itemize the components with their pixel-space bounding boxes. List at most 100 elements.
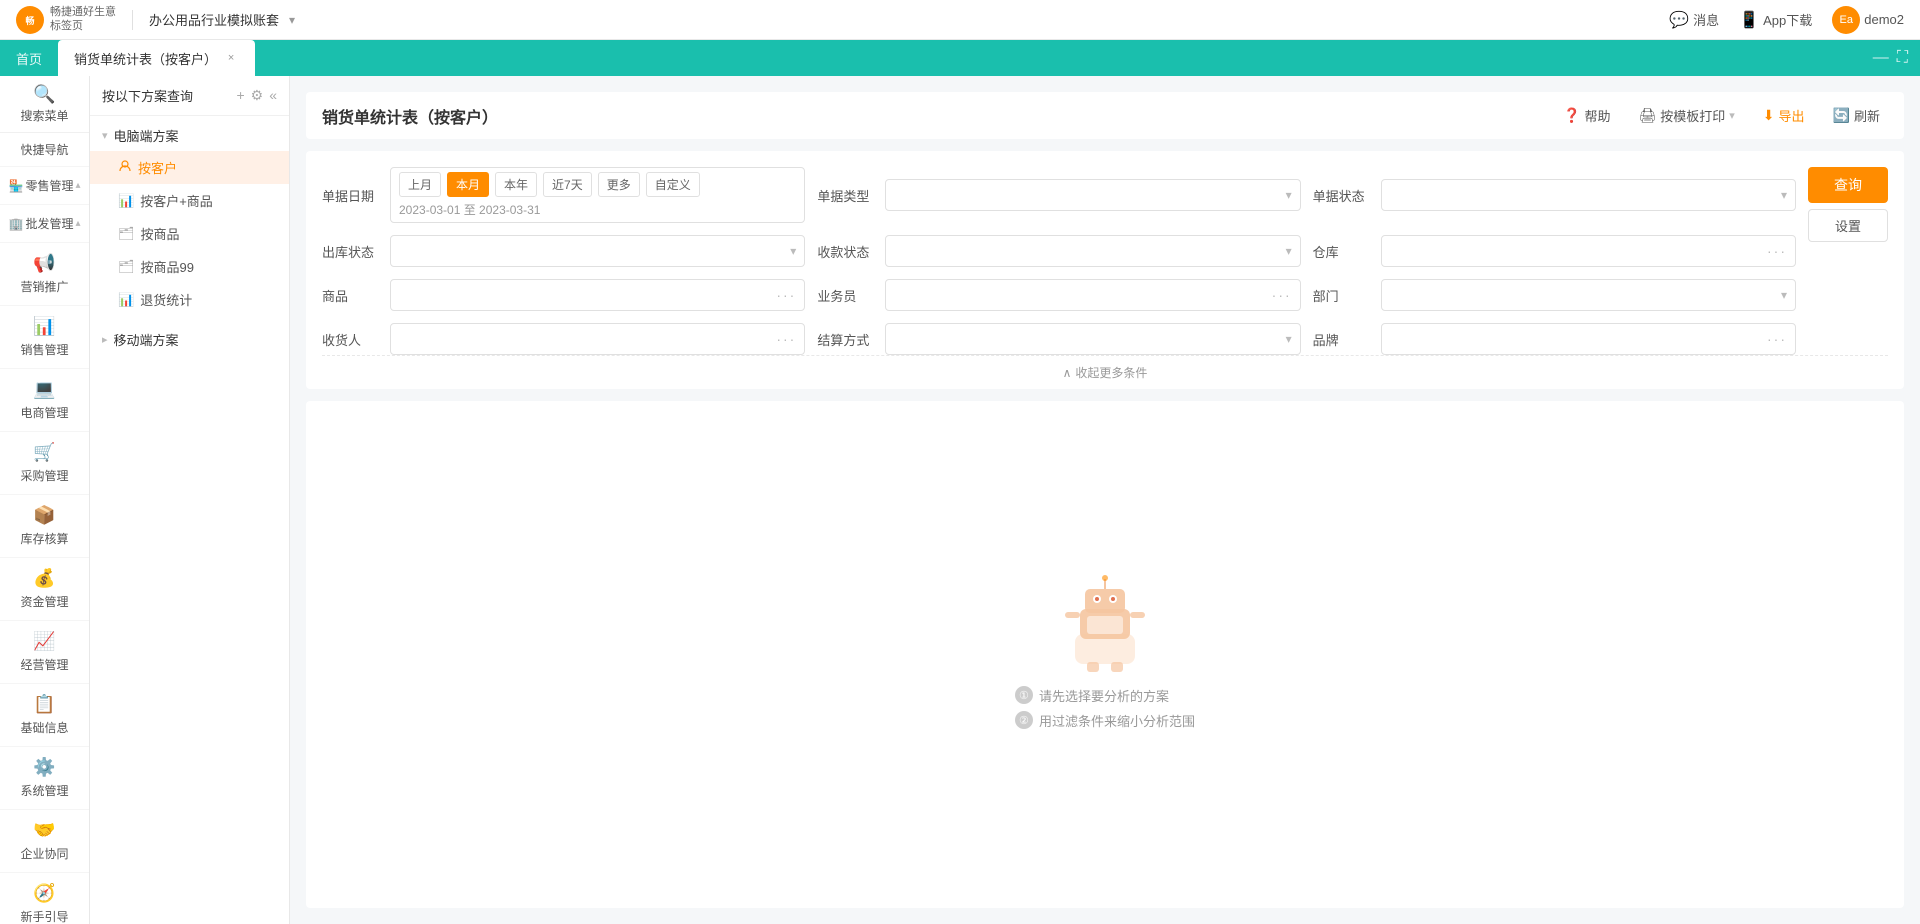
department-control[interactable]: ▾ <box>1381 279 1796 311</box>
mobile-group-title[interactable]: ▸ 移动端方案 <box>90 324 289 355</box>
avatar: Ea <box>1832 6 1860 34</box>
desktop-expand-icon: ▾ <box>102 129 108 142</box>
print-label: 按模板打印 <box>1660 106 1725 125</box>
filter-brand: 品牌 ··· <box>1313 323 1796 355</box>
return-stat-label: 退货统计 <box>140 290 192 309</box>
corp-icon: 🤝 <box>33 820 55 841</box>
settings-btn[interactable]: 设置 <box>1808 209 1888 242</box>
marketing-icon: 📢 <box>33 253 55 274</box>
query-btn[interactable]: 查询 <box>1808 167 1888 203</box>
by-product99-label: 按商品99 <box>141 257 194 276</box>
add-scheme-btn[interactable]: + <box>236 87 244 104</box>
order-type-control[interactable]: ▾ <box>885 179 1300 211</box>
system-title[interactable]: 办公用品行业模拟账套 <box>149 10 279 29</box>
tab-maximize-icon[interactable]: ⛶ <box>1897 49 1908 67</box>
order-status-control[interactable]: ▾ <box>1381 179 1796 211</box>
date-btn-last7[interactable]: 近7天 <box>543 172 592 197</box>
sidebar-item-purchase[interactable]: 🛒 采购管理 <box>0 432 89 495</box>
sidebar-item-ops[interactable]: 📈 经营管理 <box>0 621 89 684</box>
refresh-btn[interactable]: 🔄 刷新 <box>1825 102 1888 129</box>
recipient-control[interactable]: ··· <box>390 323 805 355</box>
sidebar-item-basic[interactable]: 📋 基础信息 <box>0 684 89 747</box>
date-btn-this-month[interactable]: 本月 <box>447 172 489 197</box>
settings-scheme-btn[interactable]: ⚙ <box>251 87 264 104</box>
search-menu-btn[interactable]: 🔍 搜索菜单 <box>0 76 89 133</box>
stock-status-control[interactable]: ▾ <box>390 235 805 267</box>
warehouse-control[interactable]: ··· <box>1381 235 1796 267</box>
finance-label: 资金管理 <box>20 593 68 610</box>
sales-label: 销售管理 <box>20 341 68 358</box>
recipient-dots: ··· <box>776 331 796 347</box>
scheme-by-product99[interactable]: 🗂 按商品99 <box>90 250 289 283</box>
by-product-label: 按商品 <box>141 224 180 243</box>
scheme-by-product[interactable]: 🗂 按商品 <box>90 217 289 250</box>
date-btn-more[interactable]: 更多 <box>598 172 640 197</box>
payment-status-control[interactable]: ▾ <box>885 235 1300 267</box>
settlement-control[interactable]: ▾ <box>885 323 1300 355</box>
filter-row-3: 商品 ··· 业务员 ··· <box>322 279 1796 311</box>
message-btn[interactable]: 💬 消息 <box>1669 10 1719 30</box>
product-control[interactable]: ··· <box>390 279 805 311</box>
help-icon: ❓ <box>1563 107 1580 124</box>
desktop-group-label: 电脑端方案 <box>114 126 179 145</box>
tab-minimize-icon[interactable]: — <box>1873 49 1889 67</box>
scheme-by-customer-product[interactable]: 📊 按客户+商品 <box>90 184 289 217</box>
warehouse-label: 仓库 <box>1313 242 1373 261</box>
scheme-by-customer[interactable]: 按客户 <box>90 151 289 184</box>
tab-sales-stat[interactable]: 销货单统计表（按客户） × <box>58 40 255 76</box>
basic-icon: 📋 <box>33 694 55 715</box>
tab-bar-actions: — ⛶ <box>1873 49 1920 67</box>
user-area[interactable]: Ea demo2 <box>1832 6 1904 34</box>
system-label: 系统管理 <box>20 782 68 799</box>
sidebar-item-finance[interactable]: 💰 资金管理 <box>0 558 89 621</box>
app-download-btn[interactable]: 📱 App下载 <box>1739 10 1812 30</box>
sidebar-item-stock[interactable]: 📦 库存核算 <box>0 495 89 558</box>
date-btn-last-month[interactable]: 上月 <box>399 172 441 197</box>
sidebar-item-sales[interactable]: 📊 销售管理 <box>0 306 89 369</box>
desktop-group-title[interactable]: ▾ 电脑端方案 <box>90 120 289 151</box>
recipient-label: 收货人 <box>322 330 382 349</box>
tab-bar: 首页 销货单统计表（按客户） × — ⛶ <box>0 40 1920 76</box>
collapse-panel-btn[interactable]: « <box>269 87 277 104</box>
empty-area: ① 请先选择要分析的方案 ② 用过滤条件来缩小分析范围 <box>306 401 1904 908</box>
tab-home-label: 首页 <box>16 49 42 68</box>
system-dropdown-icon[interactable]: ▾ <box>289 13 295 27</box>
left-panel: 按以下方案查询 + ⚙ « ▾ 电脑端方案 按客户 <box>90 76 290 924</box>
sidebar-item-system[interactable]: ⚙️ 系统管理 <box>0 747 89 810</box>
sidebar-item-corp[interactable]: 🤝 企业协同 <box>0 810 89 873</box>
tab-home[interactable]: 首页 <box>0 40 58 76</box>
sidebar-item-guide[interactable]: 🧭 新手引导 <box>0 873 89 924</box>
search-menu-label: 搜索菜单 <box>20 107 68 124</box>
tab-close-icon[interactable]: × <box>223 50 239 66</box>
collapse-label: 收起更多条件 <box>1075 364 1147 381</box>
brand-control[interactable]: ··· <box>1381 323 1796 355</box>
settlement-label: 结算方式 <box>817 330 877 349</box>
order-type-label: 单据类型 <box>817 186 877 205</box>
by-product-icon: 🗂 <box>118 226 135 242</box>
message-icon: 💬 <box>1669 10 1689 30</box>
search-icon: 🔍 <box>33 84 55 105</box>
ecom-icon: 💻 <box>33 379 55 400</box>
quick-nav-btn[interactable]: 快捷导航 <box>0 133 89 167</box>
date-btn-this-year[interactable]: 本年 <box>495 172 537 197</box>
salesperson-control[interactable]: ··· <box>885 279 1300 311</box>
help-btn[interactable]: ❓ 帮助 <box>1555 102 1618 129</box>
sidebar-item-marketing[interactable]: 📢 营销推广 <box>0 243 89 306</box>
print-icon: 🖨 <box>1638 107 1656 124</box>
scheme-return-stat[interactable]: 📊 退货统计 <box>90 283 289 316</box>
sidebar-item-ecom[interactable]: 💻 电商管理 <box>0 369 89 432</box>
print-btn[interactable]: 🖨 按模板打印 ▾ <box>1630 102 1742 129</box>
sales-icon: 📊 <box>33 316 55 337</box>
sidebar-item-retail[interactable]: 🏪 零售管理 ▴ <box>0 167 89 205</box>
date-btn-custom[interactable]: 自定义 <box>646 172 700 197</box>
wholesale-arrow: ▴ <box>75 218 80 229</box>
logo-icon: 畅 <box>16 6 44 34</box>
date-control[interactable]: 上月 本月 本年 近7天 更多 自定义 2023-03-01 至 2023-03… <box>390 167 805 223</box>
filter-order-type: 单据类型 ▾ <box>817 167 1300 223</box>
sidebar-item-wholesale[interactable]: 🏢 批发管理 ▴ <box>0 205 89 243</box>
export-btn[interactable]: ⬇ 导出 <box>1755 102 1813 129</box>
collapse-bar[interactable]: ∧ 收起更多条件 <box>322 355 1888 389</box>
by-customer-icon <box>118 159 132 176</box>
filter-settlement: 结算方式 ▾ <box>817 323 1300 355</box>
help-label: 帮助 <box>1584 106 1610 125</box>
